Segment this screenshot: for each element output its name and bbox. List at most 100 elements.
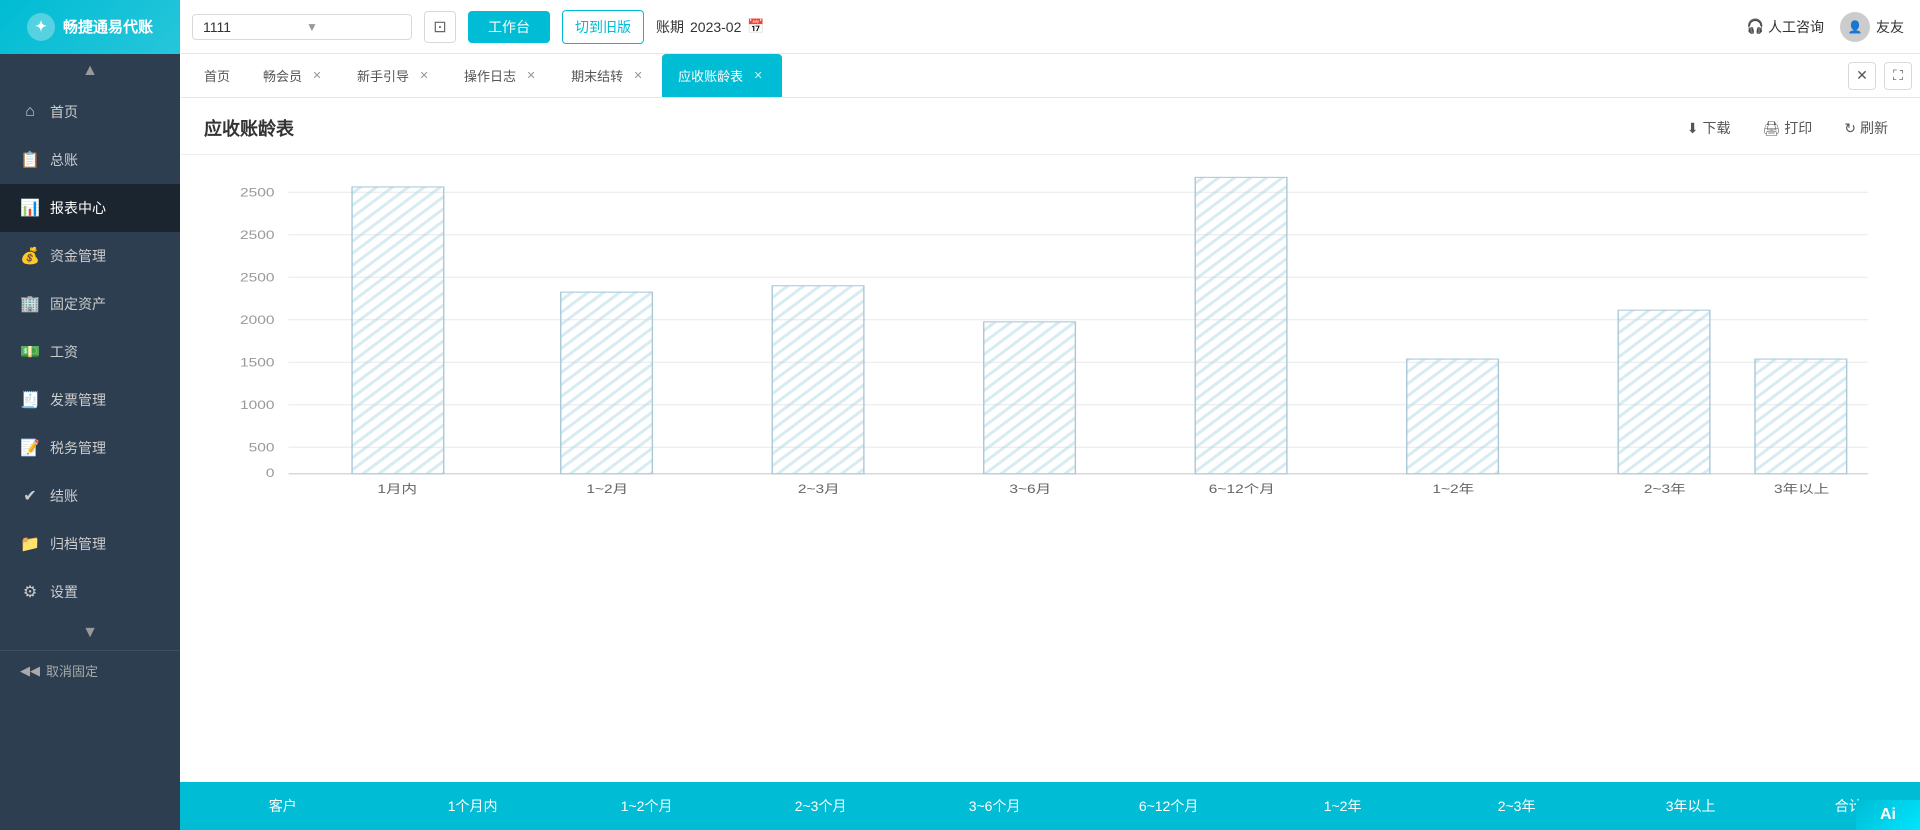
bar-chart: 2500 2500 2500 2000 1500 1000 500 0 [204,171,1896,511]
bar-6 [1407,359,1499,474]
bar-3 [772,286,864,474]
sidebar-item-home[interactable]: ⌂ 首页 [0,88,180,136]
refresh-icon: ↻ [1844,120,1856,137]
ai-badge[interactable]: Ai [1856,800,1920,830]
bar-1 [352,187,444,474]
tab-label: 首页 [204,66,230,85]
sidebar-item-label: 首页 [50,102,78,122]
table-header-col-8: 3年以上 [1604,796,1778,816]
sidebar-item-salary[interactable]: 💵 工资 [0,328,180,376]
print-button[interactable]: 🖨 打印 [1754,114,1820,142]
sidebar-item-label: 发票管理 [50,390,106,410]
svg-text:1000: 1000 [240,399,275,412]
svg-text:2000: 2000 [240,314,275,327]
cancel-fixed-button[interactable]: ◀◀ 取消固定 [0,650,180,690]
refresh-button[interactable]: ↻ 刷新 [1836,114,1896,142]
content-area: 首页畅会员✕新手引导✕操作日志✕期末结转✕应收账龄表✕ ✕ ⛶ 应收账龄表 ⬇ … [180,54,1920,830]
archive-icon: 📁 [20,534,40,554]
svg-text:3~6月: 3~6月 [1009,483,1051,496]
cancel-fixed-label: 取消固定 [46,661,98,680]
svg-text:0: 0 [266,467,275,480]
maximize-tab-button[interactable]: ⛶ [1884,62,1912,90]
sidebar-item-archive[interactable]: 📁 归档管理 [0,520,180,568]
checkout-icon: ✔ [20,486,40,506]
sidebar-item-invoice[interactable]: 🧾 发票管理 [0,376,180,424]
workbench-button[interactable]: 工作台 [468,11,550,43]
logo-icon: ✦ [27,13,55,41]
tab-member[interactable]: 畅会员 ✕ [247,54,341,97]
tab-home[interactable]: 首页 [188,54,247,97]
sidebar-item-settings[interactable]: ⚙ 设置 [0,568,180,616]
sidebar-item-assets[interactable]: 🏢 固定资产 [0,280,180,328]
period-area: 账期 2023-02 📅 [656,17,765,37]
logo-text: 畅捷通易代账 [63,16,153,37]
table-header-col-4: 3~6个月 [908,796,1082,816]
calendar-icon[interactable]: 📅 [747,18,764,35]
sidebar-item-label: 资金管理 [50,246,106,266]
sidebar: ▲ ⌂ 首页 📋 总账 📊 报表中心 💰 资金管理 🏢 固定资产 💵 工资 🧾 … [0,54,180,830]
copy-button[interactable]: ⊡ [424,11,456,43]
page-actions: ⬇ 下载 🖨 打印 ↻ 刷新 [1679,114,1896,142]
switch-version-button[interactable]: 切到旧版 [562,10,644,44]
sidebar-item-capital[interactable]: 💰 资金管理 [0,232,180,280]
table-header-col-7: 2~3年 [1430,796,1604,816]
sidebar-item-ledger[interactable]: 📋 总账 [0,136,180,184]
print-label: 打印 [1784,118,1812,138]
sidebar-item-label: 结账 [50,486,78,506]
tab-close-aging[interactable]: ✕ [751,69,765,83]
download-button[interactable]: ⬇ 下载 [1679,114,1739,142]
tab-aging[interactable]: 应收账龄表 ✕ [662,54,782,97]
period-value: 2023-02 [690,19,741,35]
consult-button[interactable]: 🎧 人工咨询 [1747,17,1824,37]
tab-label: 应收账龄表 [678,66,743,85]
sidebar-item-label: 设置 [50,582,78,602]
tab-close-oplog[interactable]: ✕ [524,69,538,83]
sidebar-item-label: 税务管理 [50,438,106,458]
svg-text:1月内: 1月内 [377,483,417,496]
company-name: 1111 [203,19,298,35]
svg-text:2~3年: 2~3年 [1644,483,1686,496]
close-tab-button[interactable]: ✕ [1848,62,1876,90]
svg-text:6~12个月: 6~12个月 [1209,483,1275,496]
tab-oplog[interactable]: 操作日志✕ [448,54,555,97]
reports-icon: 📊 [20,198,40,218]
capital-icon: 💰 [20,246,40,266]
user-name: 友友 [1876,17,1904,37]
svg-text:1500: 1500 [240,356,275,369]
sidebar-scroll-down[interactable]: ▼ [0,616,180,650]
bar-2 [561,292,653,474]
assets-icon: 🏢 [20,294,40,314]
consult-label: 人工咨询 [1768,17,1824,37]
tab-label: 新手引导 [357,66,409,85]
page-title: 应收账龄表 [204,115,294,141]
table-header-col-3: 2~3个月 [734,796,908,816]
table-header: 客户1个月内1~2个月2~3个月3~6个月6~12个月1~2年2~3年3年以上合… [180,782,1920,830]
chart-wrapper: 2500 2500 2500 2000 1500 1000 500 0 [204,171,1896,511]
svg-text:1~2月: 1~2月 [586,483,628,496]
tab-close-guide[interactable]: ✕ [417,69,431,83]
svg-text:2500: 2500 [240,271,275,284]
tab-label: 畅会员 [263,66,302,85]
sidebar-item-label: 总账 [50,150,78,170]
svg-text:2500: 2500 [240,186,275,199]
bar-8 [1755,359,1847,474]
svg-text:2~3月: 2~3月 [798,483,840,496]
user-area[interactable]: 👤 友友 [1840,12,1904,42]
sidebar-item-label: 工资 [50,342,78,362]
ledger-icon: 📋 [20,150,40,170]
tab-period-end[interactable]: 期末结转✕ [555,54,662,97]
tab-close-member[interactable]: ✕ [310,69,324,83]
bar-4 [984,322,1076,474]
table-header-col-5: 6~12个月 [1082,796,1256,816]
sidebar-scroll-up[interactable]: ▲ [0,54,180,88]
sidebar-item-tax[interactable]: 📝 税务管理 [0,424,180,472]
sidebar-item-reports[interactable]: 📊 报表中心 [0,184,180,232]
svg-text:500: 500 [249,441,275,454]
tab-close-period-end[interactable]: ✕ [631,69,645,83]
sidebar-item-label: 报表中心 [50,198,106,218]
logo: ✦ 畅捷通易代账 [0,0,180,54]
tab-guide[interactable]: 新手引导 ✕ [341,54,448,97]
chart-container: 2500 2500 2500 2000 1500 1000 500 0 [180,155,1920,782]
company-selector[interactable]: 1111 ▼ [192,14,412,40]
sidebar-item-checkout[interactable]: ✔ 结账 [0,472,180,520]
